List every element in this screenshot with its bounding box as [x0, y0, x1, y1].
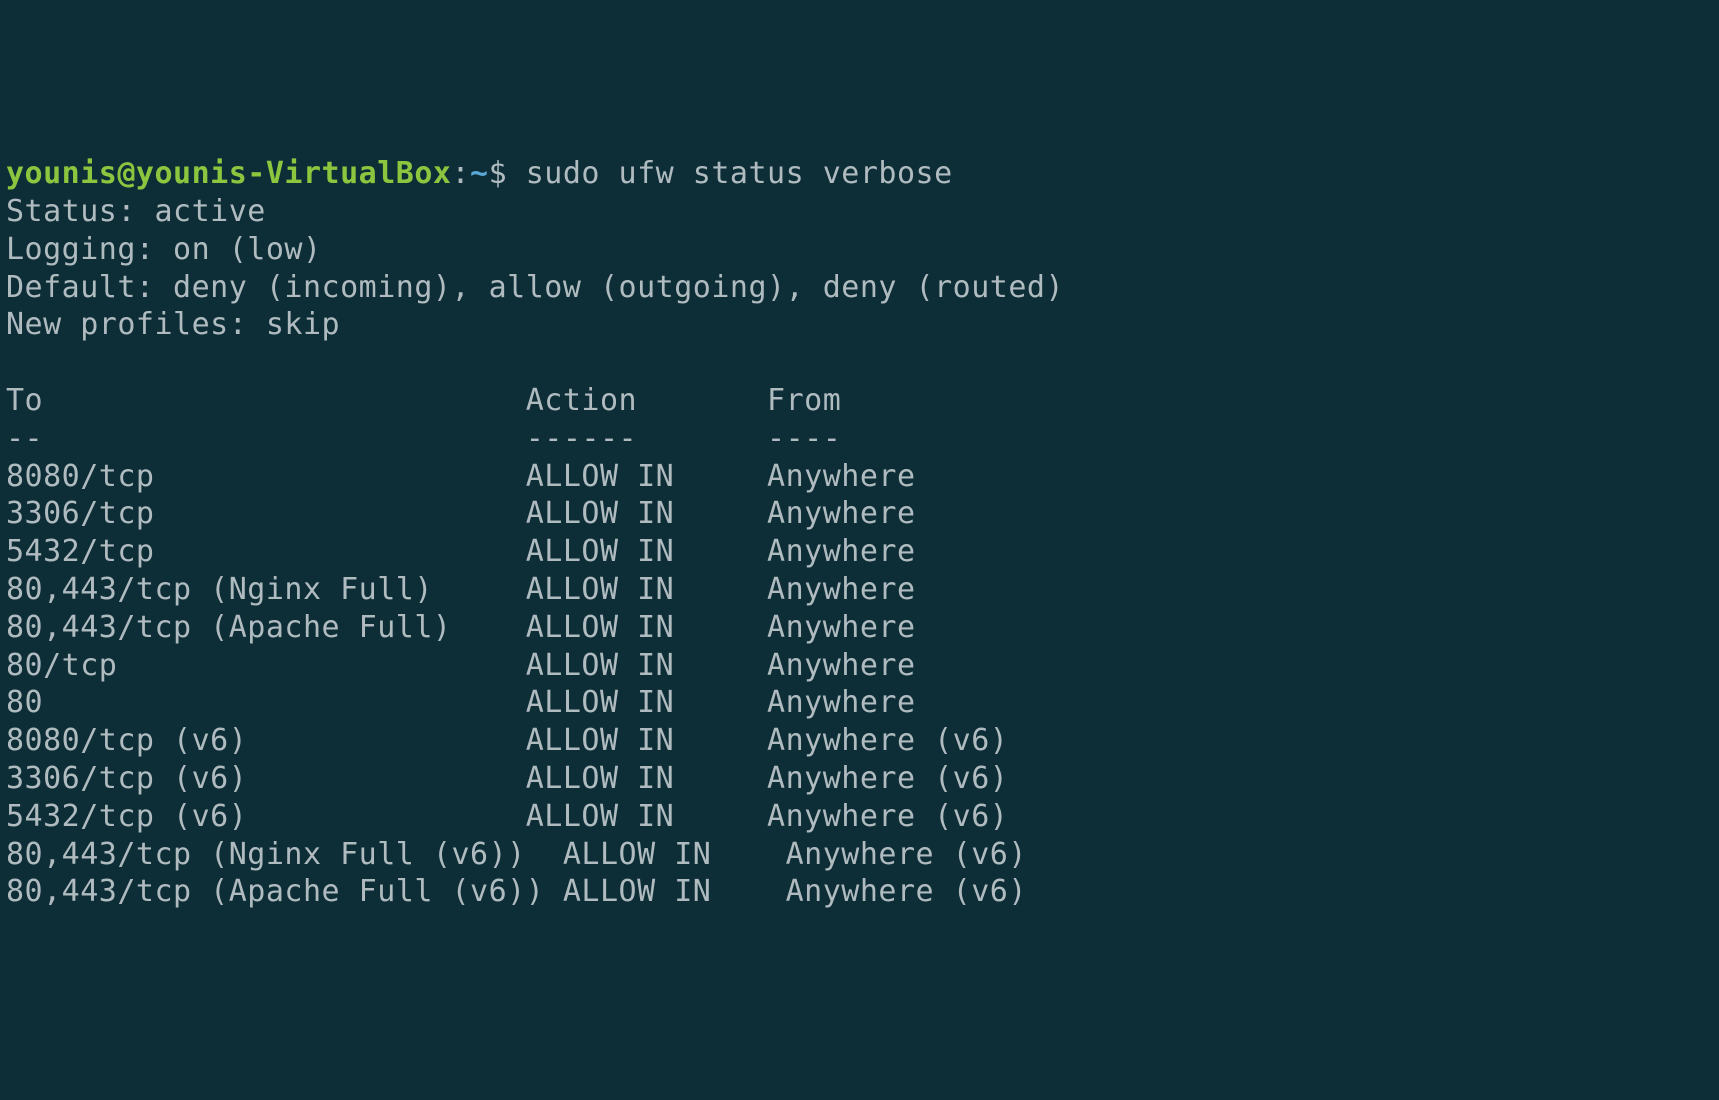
prompt-dollar: $ [489, 156, 526, 191]
header-row: To Action From [6, 383, 841, 418]
status-line: Status: active [6, 194, 266, 229]
command-text: sudo ufw status verbose [526, 156, 953, 191]
prompt-user-host: younis@younis-VirtualBox [6, 156, 451, 191]
header-divider: -- ------ ---- [6, 421, 841, 456]
prompt-path: ~ [470, 156, 489, 191]
default-line: Default: deny (incoming), allow (outgoin… [6, 270, 1064, 305]
rules-block: 8080/tcp ALLOW IN Anywhere 3306/tcp ALLO… [6, 459, 1027, 910]
terminal-output: younis@younis-VirtualBox:~$ sudo ufw sta… [6, 155, 1713, 911]
prompt-colon: : [451, 156, 470, 191]
new-profiles-line: New profiles: skip [6, 307, 340, 342]
logging-line: Logging: on (low) [6, 232, 322, 267]
